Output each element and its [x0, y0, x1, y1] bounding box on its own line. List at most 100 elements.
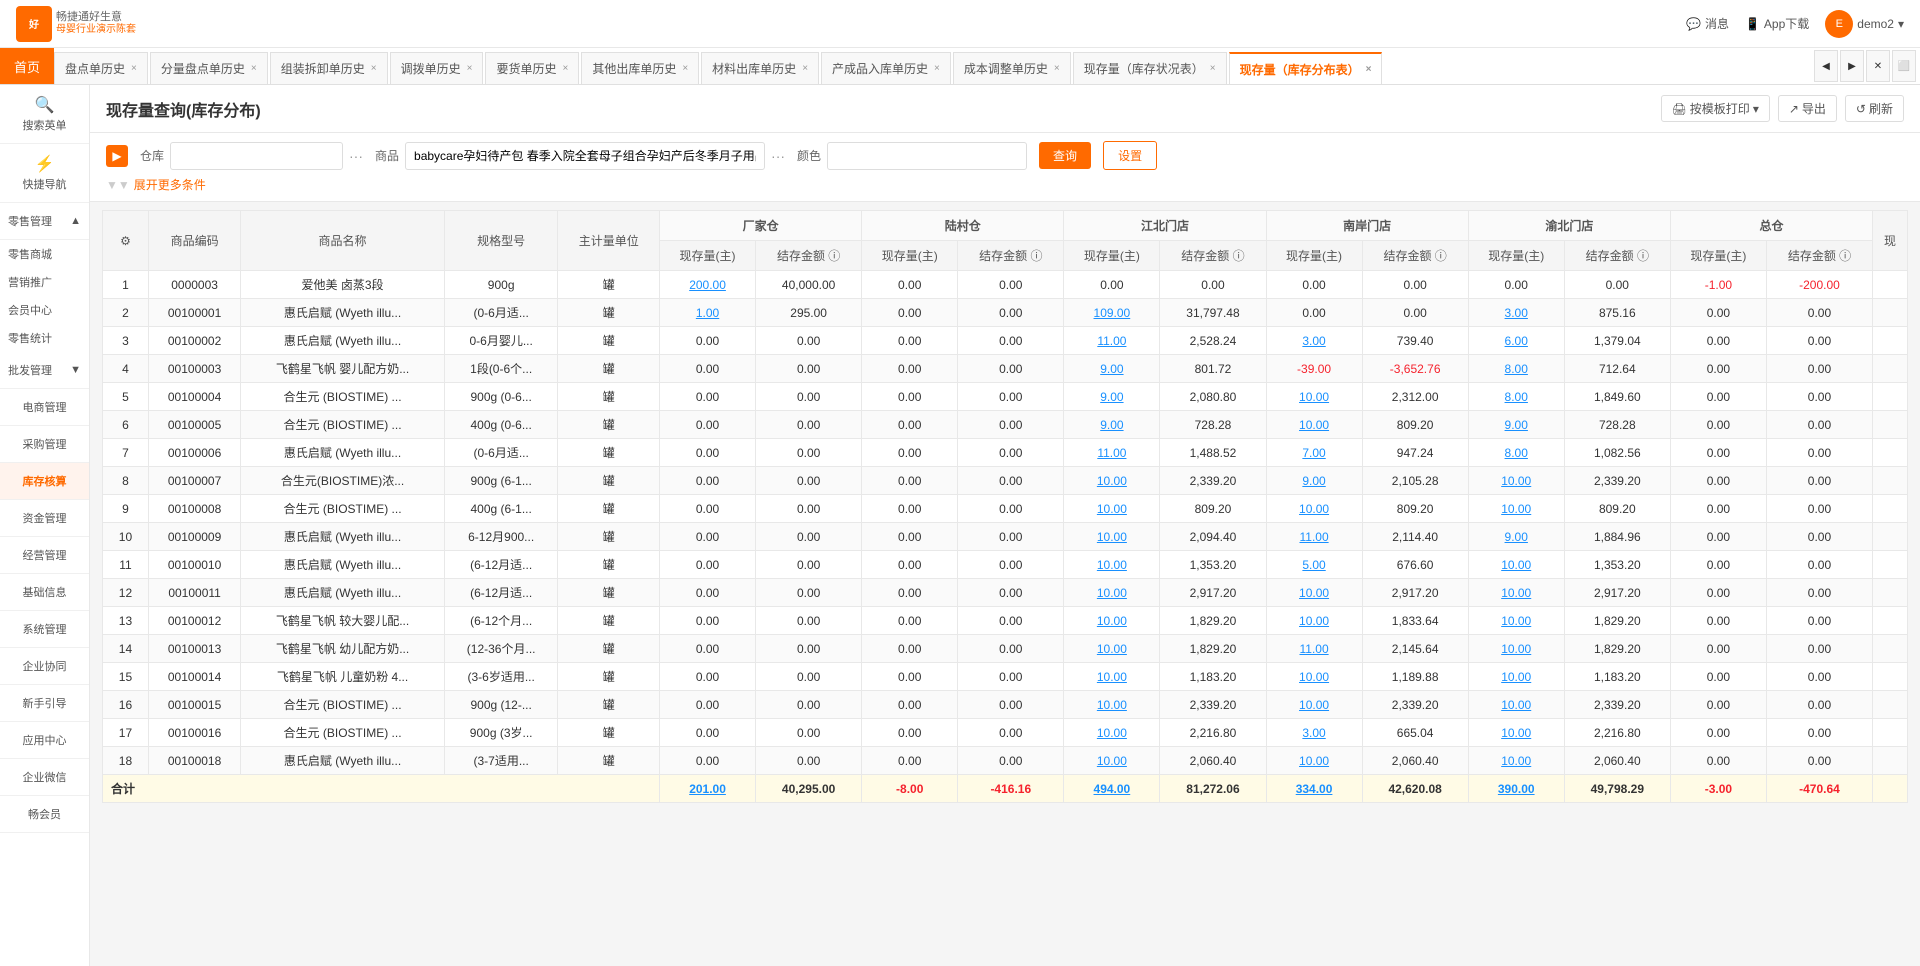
sidebar-sub-marketing[interactable]: 营销推广 — [0, 268, 89, 296]
table-row: 800100007合生元(BIOSTIME)浓...900g (6-1...罐0… — [103, 467, 1908, 495]
summary-jb-qty[interactable]: 494.00 — [1064, 775, 1160, 803]
warehouse-more-icon[interactable]: ··· — [349, 148, 363, 164]
tab-close-icon[interactable]: × — [131, 63, 137, 74]
query-button[interactable]: 查询 — [1039, 142, 1091, 169]
th-na-amt: 结存金额 ⓘ — [1362, 241, 1468, 271]
summary-lv-qty[interactable]: -8.00 — [862, 775, 958, 803]
summary-na-qty[interactable]: 334.00 — [1266, 775, 1362, 803]
sidebar-item-retail[interactable]: 零售管理 ▲ — [0, 203, 89, 240]
sidebar-item-basic[interactable]: 基础信息 — [0, 574, 89, 611]
expand-divider-icon: ▼▼ — [106, 178, 130, 192]
tab-close-icon[interactable]: × — [934, 63, 940, 74]
filter-expand-arrow[interactable]: ▶ — [106, 145, 128, 167]
tab-close-icon[interactable]: × — [467, 63, 473, 74]
warehouse-input[interactable] — [170, 142, 343, 170]
sidebar-item-vip[interactable]: 畅会员 — [0, 796, 89, 833]
tab-close-icon[interactable]: × — [251, 63, 257, 74]
tab-zuzhang[interactable]: 组装拆卸单历史 × — [270, 52, 388, 84]
tab-pandian[interactable]: 盘点单历史 × — [54, 52, 148, 84]
tab-close-icon[interactable]: × — [371, 63, 377, 74]
page-title: 现存量查询(库存分布) — [106, 97, 261, 131]
print-btn[interactable]: 🖨 按模板打印 ▾ — [1661, 95, 1770, 122]
expand-conditions-btn[interactable]: 展开更多条件 — [134, 176, 206, 193]
sidebar-sub-member[interactable]: 会员中心 — [0, 296, 89, 324]
avatar: E — [1825, 10, 1853, 38]
table-row: 1300100012飞鹤星飞帆 较大婴儿配...(6-12个月...罐0.000… — [103, 607, 1908, 635]
sidebar-item-search[interactable]: 🔍 搜索英单 — [0, 85, 89, 144]
tab-close-icon[interactable]: × — [562, 63, 568, 74]
tab-close-icon[interactable]: × — [1366, 64, 1372, 75]
filter-color: 颜色 — [797, 142, 1027, 170]
tab-diaobo[interactable]: 调拨单历史 × — [390, 52, 484, 84]
th-warehouse-yb: 渝北门店 — [1468, 211, 1670, 241]
sidebar-item-operation[interactable]: 经营管理 — [0, 537, 89, 574]
goods-more-icon[interactable]: ··· — [771, 148, 785, 164]
sidebar-item-appcenter[interactable]: 应用中心 — [0, 722, 89, 759]
message-btn[interactable]: 💬 消息 — [1686, 15, 1729, 32]
summary-current — [1873, 775, 1908, 803]
chevron-down-icon: ▼ — [70, 364, 81, 376]
sidebar-item-corp[interactable]: 企业协同 — [0, 648, 89, 685]
summary-yb-qty[interactable]: 390.00 — [1468, 775, 1564, 803]
sidebar-item-quicknav[interactable]: ⚡ 快捷导航 — [0, 144, 89, 203]
sidebar-sub-retailshop[interactable]: 零售商城 — [0, 240, 89, 268]
tab-fenpandian[interactable]: 分量盘点单历史 × — [150, 52, 268, 84]
refresh-btn[interactable]: ↺ 刷新 — [1845, 95, 1904, 122]
tab-close-all-btn[interactable]: ✕ — [1866, 50, 1890, 82]
tab-qitachuku[interactable]: 其他出库单历史 × — [581, 52, 699, 84]
color-input[interactable] — [827, 142, 1027, 170]
th-warehouse-na: 南岸门店 — [1266, 211, 1468, 241]
tab-prev-btn[interactable]: ◀ — [1814, 50, 1838, 82]
summary-row: 合计 201.00 40,295.00 -8.00 -416.16 494.00… — [103, 775, 1908, 803]
tab-close-icon[interactable]: × — [1054, 63, 1060, 74]
tab-home[interactable]: 首页 — [0, 48, 54, 84]
export-btn[interactable]: ↗ 导出 — [1778, 95, 1837, 122]
table-row: 1400100013飞鹤星飞帆 幼儿配方奶...(12-36个月...罐0.00… — [103, 635, 1908, 663]
sidebar-item-system[interactable]: 系统管理 — [0, 611, 89, 648]
table-area: ⚙ 商品编码 商品名称 规格型号 主计量单位 厂家仓 陆村仓 江北门店 南岸门店… — [90, 202, 1920, 966]
table-row: 500100004合生元 (BIOSTIME) ...900g (0-6...罐… — [103, 383, 1908, 411]
tab-chengpin[interactable]: 产成品入库单历史 × — [821, 52, 951, 84]
th-jc-amt: 结存金额 ⓘ — [756, 241, 862, 271]
sidebar-item-inventory[interactable]: 库存核算 — [0, 463, 89, 500]
goods-input[interactable] — [405, 142, 765, 170]
th-jc-qty: 现存量(主) — [660, 241, 756, 271]
table-row: 700100006惠氏启赋 (Wyeth illu...(0-6月适...罐0.… — [103, 439, 1908, 467]
table-row: 400100003飞鹤星飞帆 婴儿配方奶...1段(0-6个...罐0.000.… — [103, 355, 1908, 383]
top-bar-left: 好 畅捷通好生意 母婴行业演示陈套 — [16, 6, 136, 42]
sidebar-item-wechat[interactable]: 企业微信 — [0, 759, 89, 796]
sidebar-item-purchase[interactable]: 采购管理 — [0, 426, 89, 463]
color-label: 颜色 — [797, 147, 821, 164]
sidebar-item-ecommerce[interactable]: 电商管理 — [0, 389, 89, 426]
filter-goods: 商品 ··· — [375, 142, 785, 170]
sidebar-item-wholesale[interactable]: 批发管理 ▼ — [0, 352, 89, 389]
sidebar-sub-retailstat[interactable]: 零售统计 — [0, 324, 89, 352]
summary-fw-qty[interactable]: 201.00 — [660, 775, 756, 803]
table-row: 10000003爱他美 卤蒸3段900g罐200.0040,000.000.00… — [103, 271, 1908, 299]
tab-close-icon[interactable]: × — [1210, 63, 1216, 74]
user-menu[interactable]: E demo2 ▾ — [1825, 10, 1904, 38]
tab-xianzl-kuanzhang[interactable]: 现存量（库存状况表） × — [1073, 52, 1227, 84]
tab-xianzl-fenbu[interactable]: 现存量（库存分布表） × — [1229, 52, 1383, 84]
summary-label: 合计 — [103, 775, 660, 803]
summary-zc-qty[interactable]: -3.00 — [1670, 775, 1766, 803]
tab-chenben[interactable]: 成本调整单历史 × — [953, 52, 1071, 84]
chevron-up-icon: ▲ — [70, 215, 81, 227]
th-jb-qty: 现存量(主) — [1064, 241, 1160, 271]
settings-icon[interactable]: ⚙ — [115, 231, 135, 251]
table-row: 1800100018惠氏启赋 (Wyeth illu...(3-7适用...罐0… — [103, 747, 1908, 775]
tab-close-icon[interactable]: × — [682, 63, 688, 74]
sidebar-item-guide[interactable]: 新手引导 — [0, 685, 89, 722]
tab-yaohuo[interactable]: 要货单历史 × — [485, 52, 579, 84]
filter-row: ▶ 仓库 ··· 商品 ··· 颜色 查询 设置 — [106, 141, 1904, 170]
app-download-btn[interactable]: 📱 App下载 — [1745, 15, 1809, 32]
tab-expand-btn[interactable]: ⬜ — [1892, 50, 1916, 82]
th-code: 商品编码 — [148, 211, 240, 271]
sidebar-item-finance[interactable]: 资金管理 — [0, 500, 89, 537]
settings-button[interactable]: 设置 — [1103, 141, 1157, 170]
tab-close-icon[interactable]: × — [802, 63, 808, 74]
tab-cailiao[interactable]: 材料出库单历史 × — [701, 52, 819, 84]
th-settings[interactable]: ⚙ — [103, 211, 149, 271]
page-header: 现存量查询(库存分布) 🖨 按模板打印 ▾ ↗ 导出 ↺ 刷新 — [90, 85, 1920, 133]
tab-next-btn[interactable]: ▶ — [1840, 50, 1864, 82]
